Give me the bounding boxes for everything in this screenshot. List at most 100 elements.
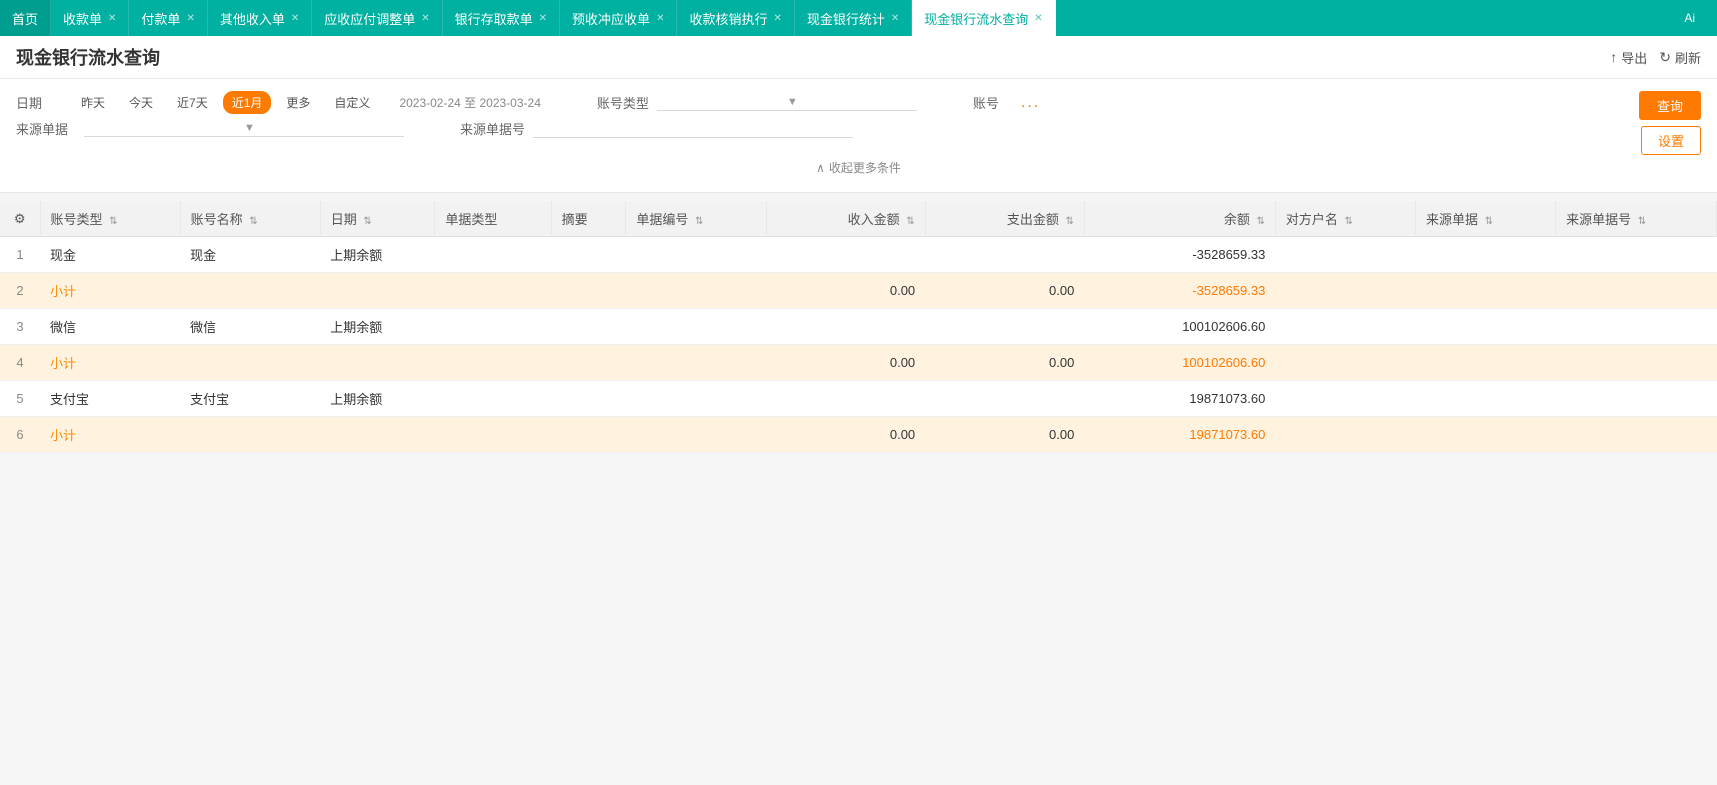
nav-item-payment[interactable]: 付款单 ✕ [129,0,207,36]
cell-doc-no [626,345,766,381]
nav-item-cash-bank-flow[interactable]: 现金银行流水查询 ✕ [912,0,1055,36]
export-button[interactable]: ↑ 导出 [1610,48,1647,67]
ai-badge: Ai [1678,10,1701,26]
close-icon[interactable]: ✕ [539,13,547,24]
col-summary[interactable]: 摘要 [551,201,626,237]
refresh-icon: ↻ [1659,49,1671,66]
nav-item-advance-receipt[interactable]: 预收冲应收单 ✕ [560,0,677,36]
source-doc-no-label: 来源单据号 [460,119,525,138]
col-expense[interactable]: 支出金额 ⇅ [925,201,1084,237]
nav-item-home[interactable]: 首页 [0,0,51,36]
cell-counterpart [1275,309,1415,345]
nav-label: 收款单 [63,9,102,28]
dropdown-arrow-icon: ▼ [787,96,913,108]
sort-icon: ⇅ [109,216,117,227]
cell-income [766,309,925,345]
close-icon[interactable]: ✕ [891,13,899,24]
nav-item-receipt-execution[interactable]: 收款核销执行 ✕ [677,0,794,36]
table-row[interactable]: 3微信微信上期余额100102606.60 [0,309,1717,345]
close-icon[interactable]: ✕ [291,13,299,24]
cell-source-doc-no [1556,309,1717,345]
col-doc-type[interactable]: 单据类型 [435,201,551,237]
export-icon: ↑ [1610,49,1617,65]
cell-summary [551,345,626,381]
cell-account-type: 现金 [40,237,180,273]
col-settings[interactable]: ⚙ [0,201,40,237]
source-doc-select[interactable]: ▼ [84,120,404,137]
row-index: 1 [0,237,40,273]
col-source-doc[interactable]: 来源单据 ⇅ [1415,201,1555,237]
sort-icon: ⇅ [1065,216,1073,227]
table-row[interactable]: 5支付宝支付宝上期余额19871073.60 [0,381,1717,417]
col-income[interactable]: 收入金额 ⇅ [766,201,925,237]
cell-account-name: 支付宝 [180,381,320,417]
nav-item-ar-ap-adjustment[interactable]: 应收应付调整单 ✕ [312,0,442,36]
cell-expense [925,309,1084,345]
nav-label: 应收应付调整单 [324,9,415,28]
collapse-up-icon: ∧ [816,161,825,175]
col-account-name[interactable]: 账号名称 ⇅ [180,201,320,237]
nav-label: 付款单 [141,9,180,28]
date-btn-custom[interactable]: 自定义 [325,91,379,114]
col-income-label: 收入金额 [848,212,900,227]
date-btn-7days[interactable]: 近7天 [168,91,217,114]
cell-account-type: 小计 [40,417,180,453]
date-range-display: 2023-02-24 至 2023-03-24 [399,94,540,111]
cell-summary [551,417,626,453]
cell-source-doc [1415,381,1555,417]
collapse-button[interactable]: ∧ 收起更多条件 [816,159,901,176]
col-date[interactable]: 日期 ⇅ [320,201,435,237]
account-label: 账号 [973,93,1013,112]
cell-account-name [180,417,320,453]
table-row[interactable]: 1现金现金上期余额-3528659.33 [0,237,1717,273]
nav-label: 预收冲应收单 [572,9,650,28]
cell-income: 0.00 [766,273,925,309]
page-title: 现金银行流水查询 [16,44,160,70]
source-doc-no-input[interactable] [533,118,853,138]
account-dots-button[interactable]: ... [1021,94,1040,112]
sort-icon: ⇅ [363,216,371,227]
cell-source-doc [1415,237,1555,273]
close-icon[interactable]: ✕ [108,13,116,24]
date-btn-more[interactable]: 更多 [277,91,319,114]
settings-button[interactable]: 设置 [1641,126,1701,155]
nav-item-receipt[interactable]: 收款单 ✕ [51,0,129,36]
close-icon[interactable]: ✕ [773,13,781,24]
table-header-row: ⚙ 账号类型 ⇅ 账号名称 ⇅ 日期 ⇅ 单据类型 摘要 [0,201,1717,237]
close-icon[interactable]: ✕ [1034,13,1042,24]
close-icon[interactable]: ✕ [186,13,194,24]
refresh-button[interactable]: ↻ 刷新 [1659,48,1701,67]
cell-source-doc-no [1556,345,1717,381]
filter-row-source: 来源单据 ▼ 来源单据号 [16,118,1639,138]
col-counterpart[interactable]: 对方户名 ⇅ [1275,201,1415,237]
cell-summary [551,381,626,417]
nav-item-other-income[interactable]: 其他收入单 ✕ [208,0,312,36]
header-actions: ↑ 导出 ↻ 刷新 [1610,48,1701,67]
col-doc-no[interactable]: 单据编号 ⇅ [626,201,766,237]
table-row[interactable]: 6小计0.000.0019871073.60 [0,417,1717,453]
date-btn-today[interactable]: 今天 [120,91,162,114]
date-btn-yesterday[interactable]: 昨天 [72,91,114,114]
date-btn-1month[interactable]: 近1月 [223,91,272,114]
cell-balance: -3528659.33 [1084,237,1275,273]
col-account-type[interactable]: 账号类型 ⇅ [40,201,180,237]
account-type-select[interactable]: ▼ [657,94,917,111]
sort-icon: ⇅ [1638,216,1646,227]
nav-item-bank-deposit[interactable]: 银行存取款单 ✕ [443,0,560,36]
table-row[interactable]: 2小计0.000.00-3528659.33 [0,273,1717,309]
sort-icon: ⇅ [695,216,703,227]
home-label: 首页 [12,9,38,28]
close-icon[interactable]: ✕ [656,13,664,24]
col-balance[interactable]: 余额 ⇅ [1084,201,1275,237]
close-icon[interactable]: ✕ [421,13,429,24]
row-index: 2 [0,273,40,309]
cell-doc-no [626,237,766,273]
nav-item-cash-bank-stats[interactable]: 现金银行统计 ✕ [795,0,912,36]
cell-doc-type [435,273,551,309]
cell-source-doc [1415,309,1555,345]
cell-source-doc [1415,417,1555,453]
table-row[interactable]: 4小计0.000.00100102606.60 [0,345,1717,381]
cell-date: 上期余额 [320,381,435,417]
query-button[interactable]: 查询 [1639,91,1701,120]
col-source-doc-no[interactable]: 来源单据号 ⇅ [1556,201,1717,237]
